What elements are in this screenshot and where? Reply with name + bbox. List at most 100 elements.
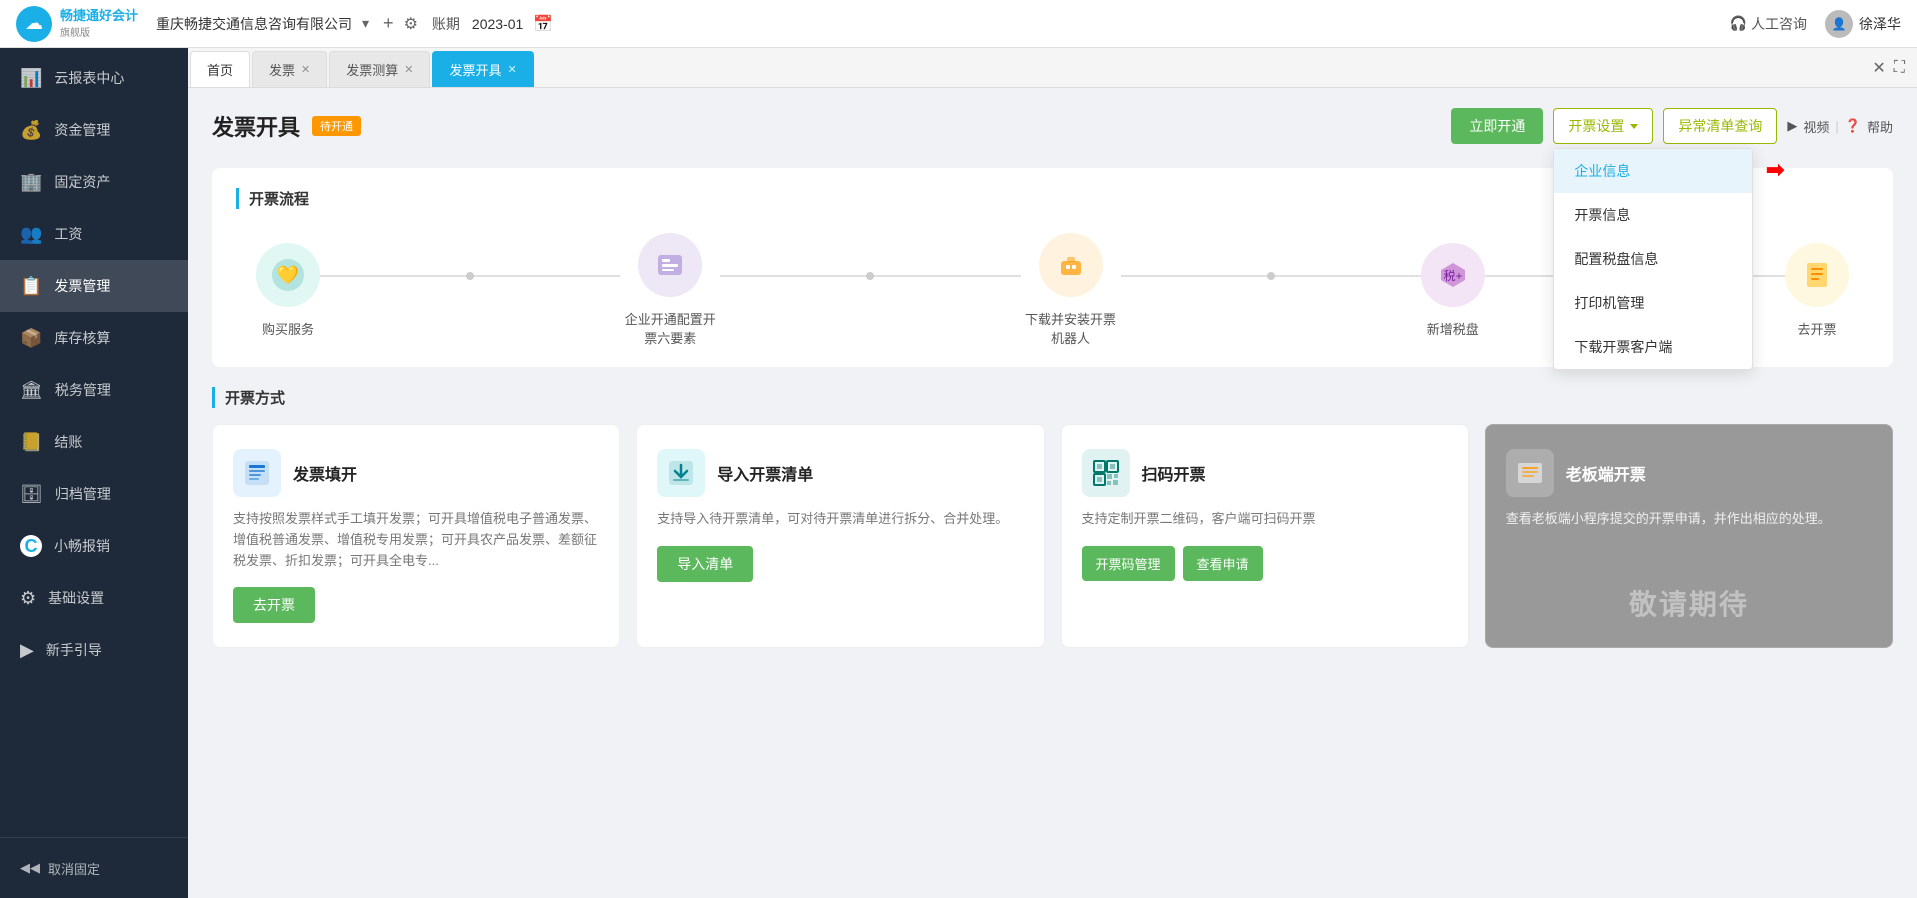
sidebar-label-xiaochangbaoxiao: 小畅报销 [54, 536, 110, 556]
invoice-test-tab-close[interactable]: ✕ [404, 63, 413, 76]
sidebar-item-fapiao[interactable]: 📋 发票管理 [0, 260, 188, 312]
cancel-fixed-button[interactable]: ◀◀ 取消固定 [0, 846, 188, 890]
jiezhang-icon: 📒 [20, 432, 42, 453]
step-download-robot: 下载并安装开票机器人 [1021, 233, 1121, 347]
help-label: 帮助 [1867, 117, 1893, 136]
sidebar-label-xinshou: 新手引导 [46, 640, 102, 660]
import-invoice-title: 导入开票清单 [717, 461, 813, 485]
sidebar: 📊 云报表中心 💰 资金管理 🏢 固定资产 👥 工资 📋 发票管理 📦 [0, 48, 188, 898]
sidebar-item-zijin[interactable]: 💰 资金管理 [0, 104, 188, 156]
support-button[interactable]: 🎧 人工咨询 [1730, 14, 1807, 34]
import-invoice-icon [657, 449, 705, 497]
app-name: 畅捷通好会计 [60, 8, 138, 24]
step-buy-icon: 💛 [256, 243, 320, 307]
support-label: 人工咨询 [1751, 14, 1807, 34]
close-window-button[interactable]: ✕ [1872, 58, 1885, 78]
step-connector-1 [320, 275, 620, 277]
settings-dropdown-menu: 企业信息 开票信息 配置税盘信息 打印机管理 [1553, 148, 1753, 370]
step-add-tax-disk: 税+ 新增税盘 [1421, 243, 1485, 338]
yunbao-icon: 📊 [20, 68, 42, 89]
sidebar-item-xiaochangbaoxiao[interactable]: C 小畅报销 [0, 520, 188, 572]
sidebar-label-kucun: 库存核算 [54, 328, 110, 348]
invoice-info-label: 开票信息 [1574, 205, 1630, 225]
pin-icon: ◀◀ [20, 860, 40, 876]
sidebar-item-yunbao[interactable]: 📊 云报表中心 [0, 52, 188, 104]
tab-home[interactable]: 首页 [190, 51, 250, 87]
step-invoice-label: 去开票 [1797, 319, 1836, 338]
settings-btn-label: 开票设置 [1568, 116, 1624, 136]
sidebar-item-jiezhang[interactable]: 📒 结账 [0, 416, 188, 468]
headset-icon: 🎧 [1730, 15, 1747, 32]
step-go-invoice: 去开票 [1785, 243, 1849, 338]
xiaochangbaoxiao-icon: C [20, 535, 42, 557]
video-help-area[interactable]: ▶ 视频 | ❓ 帮助 [1787, 117, 1893, 136]
svg-text:💛: 💛 [277, 265, 300, 285]
app-logo: ☁ 畅捷通好会计 旗舰版 [16, 6, 138, 42]
scan-invoice-icon [1082, 449, 1130, 497]
step-buy-label: 购买服务 [262, 319, 314, 338]
fullscreen-button[interactable]: ⛶ [1894, 59, 1905, 77]
sidebar-item-kucun[interactable]: 📦 库存核算 [0, 312, 188, 364]
video-label: 视频 [1803, 117, 1829, 136]
help-circle-icon: ❓ [1845, 118, 1861, 134]
jichu-icon: ⚙ [20, 588, 36, 609]
red-arrow-indicator: ➡ [1766, 157, 1784, 183]
qr-code-manage-button[interactable]: 开票码管理 [1082, 546, 1175, 581]
invoice-open-tab-close[interactable]: ✕ [508, 63, 517, 76]
user-name: 徐泽华 [1859, 14, 1901, 34]
fill-invoice-go-button[interactable]: 去开票 [233, 587, 315, 623]
settings-dropdown-wrapper: 开票设置 企业信息 开票信息 [1553, 108, 1653, 144]
invoice-settings-button[interactable]: 开票设置 [1553, 108, 1653, 144]
tab-invoice[interactable]: 发票 ✕ [252, 51, 327, 87]
step-robot-label: 下载并安装开票机器人 [1021, 309, 1121, 347]
settings-chevron-down-icon [1630, 124, 1638, 129]
period-value: 2023-01 [472, 16, 523, 32]
sidebar-item-shuiwu[interactable]: 🏛 税务管理 [0, 364, 188, 416]
invoice-tab-label: 发票 [269, 60, 295, 79]
sidebar-label-jiezhang: 结账 [54, 432, 82, 452]
scan-invoice-desc: 支持定制开票二维码，客户端可扫码开票 [1082, 509, 1448, 530]
step-config-enterprise: 企业开通配置开票六要素 [620, 233, 720, 347]
guidang-icon: 🗄 [20, 484, 43, 505]
sidebar-label-fapiao: 发票管理 [54, 276, 110, 296]
content-area: 首页 发票 ✕ 发票测算 ✕ 发票开具 ✕ ✕ ⛶ [188, 48, 1917, 898]
sidebar-item-gudingzichan[interactable]: 🏢 固定资产 [0, 156, 188, 208]
step-taxdisk-label: 新增税盘 [1427, 319, 1479, 338]
dropdown-item-company-info[interactable]: 企业信息 [1554, 149, 1752, 193]
dropdown-item-tax-disk[interactable]: 配置税盘信息 [1554, 237, 1752, 281]
sidebar-item-gongzi[interactable]: 👥 工资 [0, 208, 188, 260]
add-account-button[interactable]: + [383, 13, 394, 34]
dropdown-item-download-client[interactable]: 下载开票客户端 [1554, 325, 1752, 369]
printer-label: 打印机管理 [1574, 293, 1644, 313]
dropdown-item-invoice-info[interactable]: 开票信息 [1554, 193, 1752, 237]
dropdown-item-printer[interactable]: 打印机管理 [1554, 281, 1752, 325]
view-application-button[interactable]: 查看申请 [1183, 546, 1263, 581]
invoice-test-tab-label: 发票测算 [346, 60, 398, 79]
settings-icon[interactable]: ⚙ [404, 14, 418, 34]
invoice-tab-close[interactable]: ✕ [301, 63, 310, 76]
company-dropdown-icon[interactable]: ▾ [362, 15, 369, 32]
step-robot-icon [1039, 233, 1103, 297]
tab-bar: 首页 发票 ✕ 发票测算 ✕ 发票开具 ✕ ✕ ⛶ [188, 48, 1917, 88]
company-info-label: 企业信息 [1574, 161, 1630, 181]
exception-list-button[interactable]: 异常清单查询 [1663, 108, 1777, 144]
tab-invoice-test[interactable]: 发票测算 ✕ [329, 51, 430, 87]
tab-invoice-open[interactable]: 发票开具 ✕ [432, 51, 533, 87]
boss-invoice-desc: 查看老板端小程序提交的开票申请，并作出相应的处理。 [1506, 509, 1872, 530]
step-connector-2 [720, 275, 1020, 277]
method-card-fill: 发票填开 支持按照发票样式手工填开发票；可开具增值税电子普通发票、增值税普通发票… [212, 424, 620, 648]
sidebar-item-xinshou[interactable]: ▶ 新手引导 [0, 624, 188, 676]
sidebar-label-gudingzichan: 固定资产 [54, 172, 110, 192]
import-invoice-desc: 支持导入待开票清单，可对待开票清单进行拆分、合并处理。 [657, 509, 1023, 530]
calendar-icon[interactable]: 📅 [533, 14, 553, 34]
user-info[interactable]: 👤 徐泽华 [1825, 10, 1901, 38]
method-card-boss: 老板端开票 查看老板端小程序提交的开票申请，并作出相应的处理。 敬请期待 [1485, 424, 1893, 648]
sidebar-item-guidang[interactable]: 🗄 归档管理 [0, 468, 188, 520]
fill-invoice-title: 发票填开 [293, 461, 357, 485]
cancel-fixed-label: 取消固定 [48, 859, 100, 878]
activate-button[interactable]: 立即开通 [1451, 108, 1543, 144]
boss-invoice-icon [1506, 449, 1554, 497]
methods-grid: 发票填开 支持按照发票样式手工填开发票；可开具增值税电子普通发票、增值税普通发票… [212, 424, 1893, 648]
sidebar-item-jichu[interactable]: ⚙ 基础设置 [0, 572, 188, 624]
import-list-button[interactable]: 导入清单 [657, 546, 753, 582]
